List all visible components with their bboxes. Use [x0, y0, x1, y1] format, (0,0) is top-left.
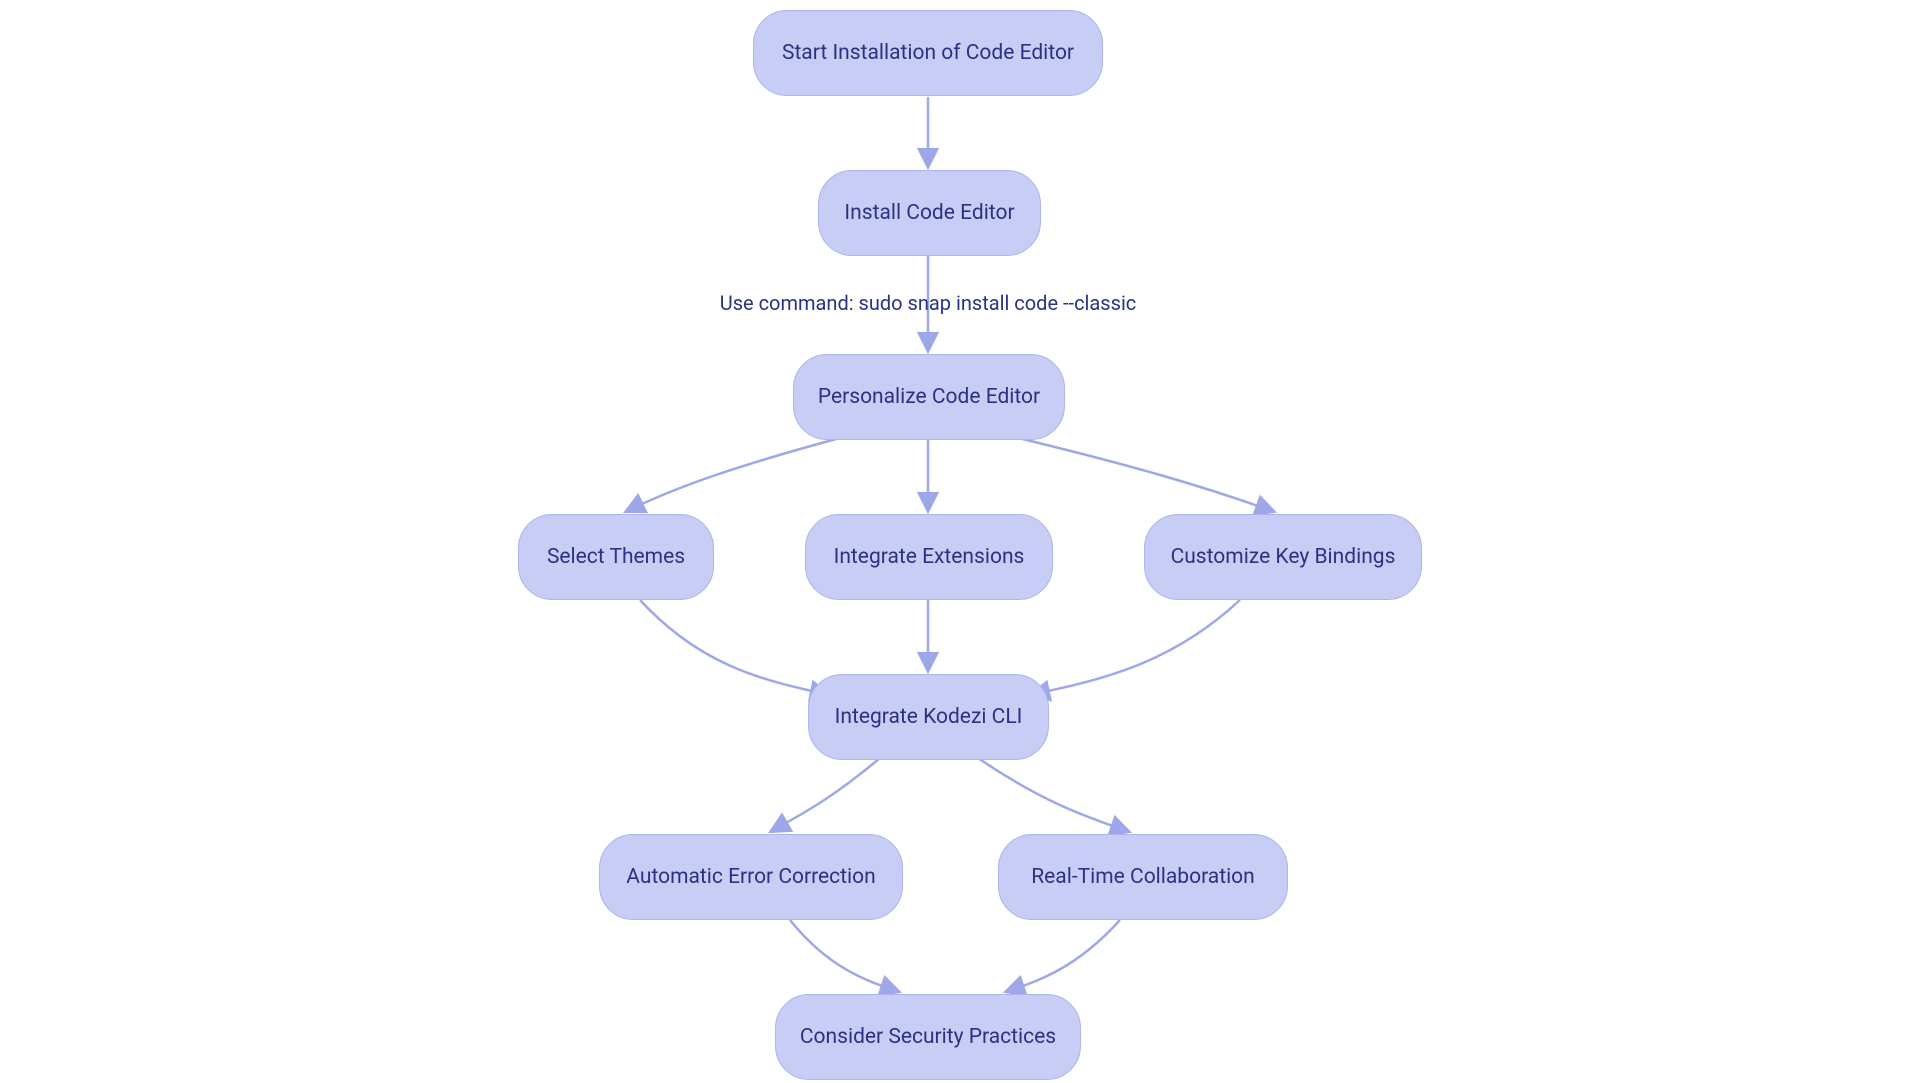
node-errorcorrection: Automatic Error Correction — [599, 834, 903, 920]
node-label: Automatic Error Correction — [626, 865, 875, 889]
edge-keybindings-kodezi — [1030, 600, 1240, 695]
node-extensions: Integrate Extensions — [805, 514, 1053, 600]
node-label: Integrate Kodezi CLI — [835, 705, 1023, 729]
flowchart-canvas: Start Installation of Code Editor Instal… — [0, 0, 1920, 1083]
node-label: Real-Time Collaboration — [1031, 865, 1255, 889]
node-themes: Select Themes — [518, 514, 714, 600]
edge-kodezi-collaboration — [978, 758, 1130, 832]
node-keybindings: Customize Key Bindings — [1144, 514, 1422, 600]
node-label: Select Themes — [547, 545, 685, 569]
edge-label-install-personalize: Use command: sudo snap install code --cl… — [720, 291, 1137, 315]
node-install: Install Code Editor — [818, 170, 1041, 256]
node-collaboration: Real-Time Collaboration — [998, 834, 1288, 920]
node-start: Start Installation of Code Editor — [753, 10, 1103, 96]
node-label: Integrate Extensions — [834, 545, 1025, 569]
node-label: Install Code Editor — [844, 201, 1014, 225]
node-kodezi: Integrate Kodezi CLI — [808, 674, 1049, 760]
node-security: Consider Security Practices — [775, 994, 1081, 1080]
node-label: Customize Key Bindings — [1171, 545, 1396, 569]
edge-personalize-themes — [625, 436, 847, 512]
node-label: Personalize Code Editor — [818, 385, 1040, 409]
edge-errorcorrection-security — [790, 920, 900, 992]
edge-kodezi-errorcorrection — [770, 758, 880, 832]
edge-themes-kodezi — [640, 600, 830, 695]
node-label: Start Installation of Code Editor — [782, 41, 1074, 65]
edge-personalize-keybindings — [1010, 436, 1275, 512]
node-personalize: Personalize Code Editor — [793, 354, 1065, 440]
node-label: Consider Security Practices — [800, 1025, 1056, 1049]
edge-collaboration-security — [1005, 920, 1120, 992]
